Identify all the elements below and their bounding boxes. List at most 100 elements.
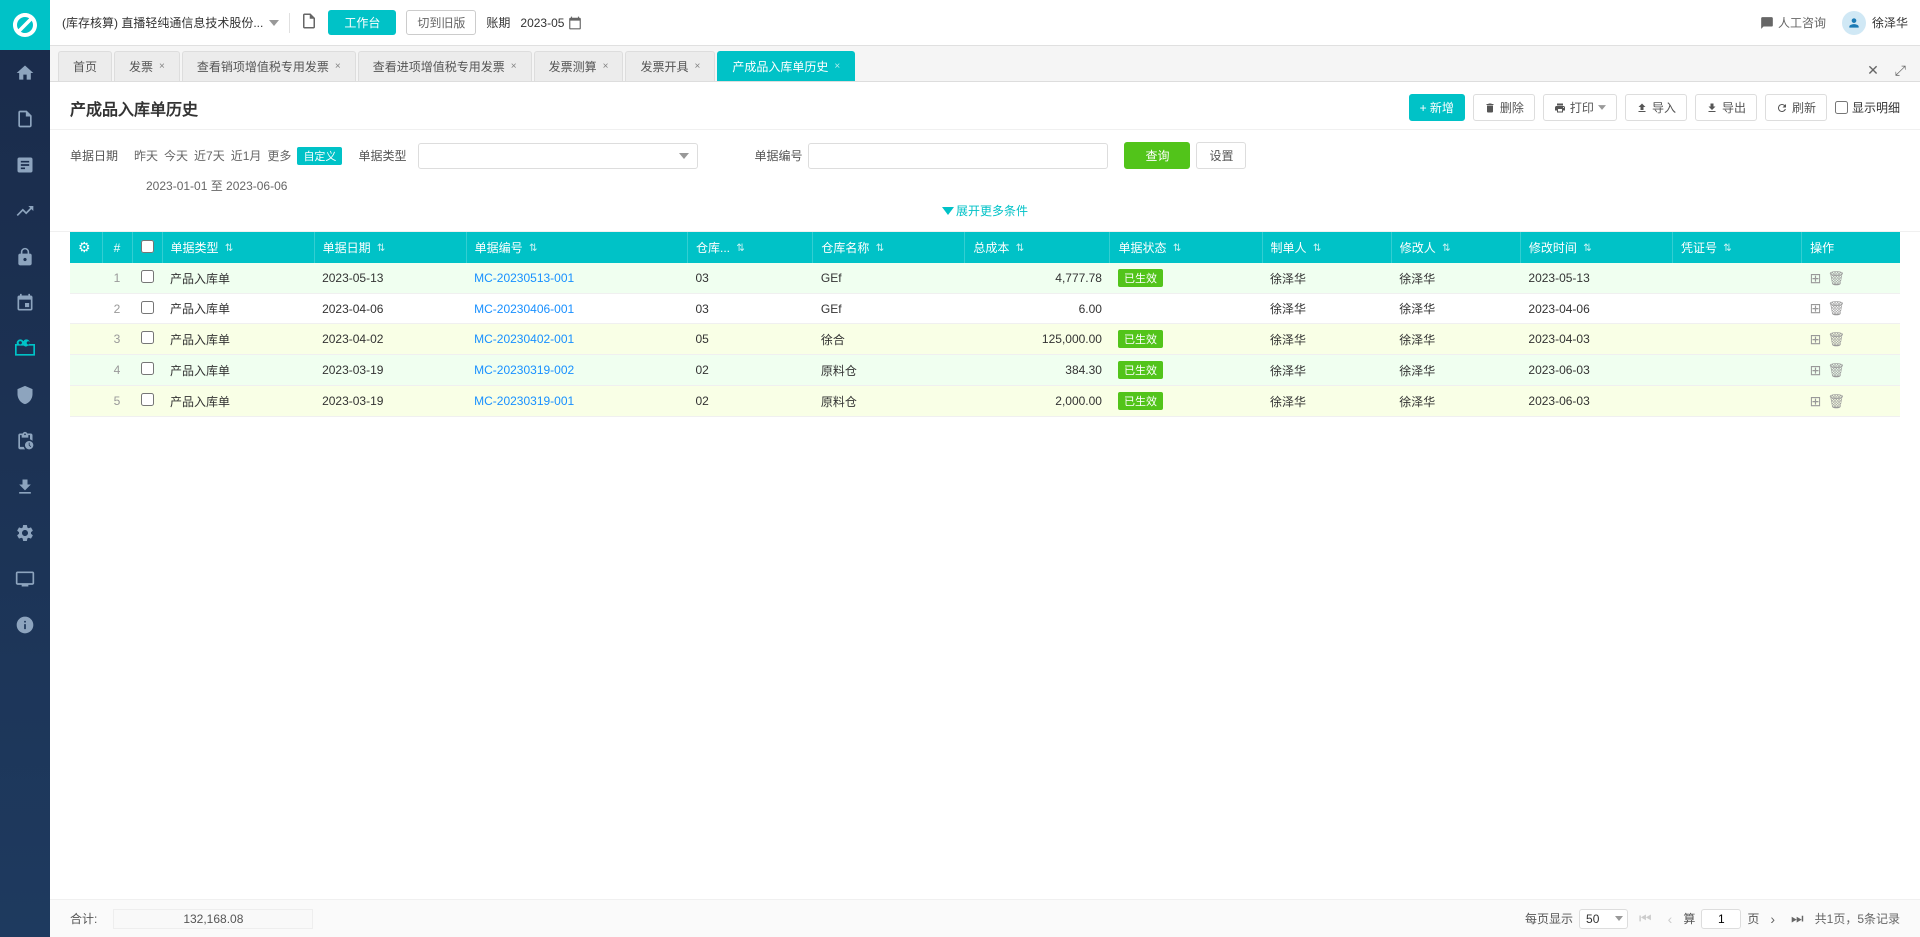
sidebar-item-workflow[interactable] (0, 418, 50, 464)
row-delete-icon[interactable]: 🗑 (1827, 331, 1845, 348)
row-checkbox[interactable] (141, 393, 154, 406)
row-checkbox[interactable] (141, 331, 154, 344)
user-menu[interactable]: 徐泽华 (1842, 11, 1908, 35)
filter-setting-button[interactable]: 设置 (1196, 142, 1246, 169)
row-delete-icon[interactable]: 🗑 (1827, 300, 1845, 317)
maximize-tab-button[interactable]: ⤢ (1891, 60, 1910, 81)
query-button[interactable]: 查询 (1124, 142, 1190, 169)
sidebar-item-media[interactable] (0, 556, 50, 602)
row-doc-no[interactable]: MC-20230319-002 (466, 355, 687, 386)
tab-sales-vat[interactable]: 查看销项增值税专用发票 × (182, 51, 356, 81)
export-button[interactable]: 导出 (1695, 94, 1757, 121)
row-checkbox-cell[interactable] (132, 294, 162, 324)
tab-close-invoice-calc[interactable]: × (603, 61, 609, 72)
page-input[interactable] (1701, 909, 1741, 929)
close-tab-button[interactable]: ✕ (1863, 60, 1883, 81)
delete-button[interactable]: 删除 (1473, 94, 1535, 121)
show-detail-checkbox[interactable] (1835, 101, 1848, 114)
select-all-checkbox[interactable] (141, 240, 154, 253)
last-page-button[interactable]: ⏭ (1786, 908, 1809, 929)
support-button[interactable]: 人工咨询 (1760, 14, 1826, 31)
row-checkbox-cell[interactable] (132, 386, 162, 417)
tab-invoice-calc[interactable]: 发票测算 × (534, 51, 624, 81)
prev-page-button[interactable]: ‹ (1663, 909, 1678, 929)
sidebar-item-analysis[interactable] (0, 188, 50, 234)
tab-product-stock-history[interactable]: 产成品入库单历史 × (717, 51, 855, 81)
tab-close-invoice-issue[interactable]: × (694, 61, 700, 72)
date-yesterday[interactable]: 昨天 (134, 147, 158, 164)
row-checkbox-cell[interactable] (132, 324, 162, 355)
row-delete-icon[interactable]: 🗑 (1827, 270, 1845, 287)
th-creator[interactable]: 制单人 (1262, 232, 1391, 263)
tab-home[interactable]: 首页 (58, 51, 112, 81)
date-custom[interactable]: 自定义 (297, 147, 342, 165)
per-page-select[interactable]: 50 10 20 100 (1579, 909, 1628, 929)
company-selector[interactable]: (库存核算) 直播轻纯通信息技术股份... (62, 14, 279, 31)
row-edit-icon[interactable]: ⊞ (1810, 270, 1822, 287)
row-edit-icon[interactable]: ⊞ (1810, 300, 1822, 317)
doc-no-link[interactable]: MC-20230406-001 (474, 302, 574, 316)
doc-template-icon[interactable] (300, 12, 318, 33)
sidebar-item-version[interactable] (0, 602, 50, 648)
sidebar-item-download[interactable] (0, 464, 50, 510)
show-detail-label[interactable]: 显示明细 (1835, 99, 1900, 116)
sidebar-item-reports[interactable] (0, 142, 50, 188)
date-7days[interactable]: 近7天 (194, 147, 225, 164)
sidebar-item-lock[interactable] (0, 234, 50, 280)
th-doc-type[interactable]: 单据类型 (162, 232, 314, 263)
date-1month[interactable]: 近1月 (231, 147, 262, 164)
doc-no-link[interactable]: MC-20230513-001 (474, 271, 574, 285)
tab-invoice-issue[interactable]: 发票开具 × (625, 51, 715, 81)
doc-no-link[interactable]: MC-20230319-001 (474, 394, 574, 408)
sidebar-item-settings[interactable] (0, 510, 50, 556)
th-warehouse-name[interactable]: 仓库名称 (813, 232, 965, 263)
sidebar-item-home[interactable] (0, 50, 50, 96)
row-checkbox[interactable] (141, 270, 154, 283)
date-more[interactable]: 更多 (267, 147, 291, 164)
sidebar-item-stamp[interactable] (0, 372, 50, 418)
next-page-button[interactable]: › (1765, 909, 1780, 929)
tab-close-purchase-vat[interactable]: × (511, 61, 517, 72)
th-doc-date[interactable]: 单据日期 (314, 232, 466, 263)
column-settings-icon[interactable]: ⚙ (78, 239, 91, 255)
refresh-button[interactable]: 刷新 (1765, 94, 1827, 121)
row-doc-no[interactable]: MC-20230513-001 (466, 263, 687, 294)
tab-purchase-vat[interactable]: 查看进项增值税专用发票 × (358, 51, 532, 81)
row-checkbox[interactable] (141, 301, 154, 314)
expand-filter-button[interactable]: 展开更多条件 (942, 202, 1028, 219)
tab-close-sales-vat[interactable]: × (335, 61, 341, 72)
row-edit-icon[interactable]: ⊞ (1810, 362, 1822, 379)
th-modify-time[interactable]: 修改时间 (1520, 232, 1672, 263)
doc-type-select[interactable] (418, 143, 698, 169)
row-checkbox-cell[interactable] (132, 263, 162, 294)
th-doc-no[interactable]: 单据编号 (466, 232, 687, 263)
th-warehouse-code[interactable]: 仓库... (688, 232, 813, 263)
switch-period-button[interactable]: 切到旧版 (406, 10, 476, 35)
th-voucher-no[interactable]: 凭证号 (1672, 232, 1801, 263)
row-edit-icon[interactable]: ⊞ (1810, 331, 1822, 348)
tab-close-invoice[interactable]: × (159, 61, 165, 72)
first-page-button[interactable]: ⏮ (1634, 908, 1657, 929)
row-edit-icon[interactable]: ⊞ (1810, 393, 1822, 410)
tab-close-product-stock-history[interactable]: × (834, 61, 840, 72)
import-button[interactable]: 导入 (1625, 94, 1687, 121)
row-doc-no[interactable]: MC-20230406-001 (466, 294, 687, 324)
row-delete-icon[interactable]: 🗑 (1827, 393, 1845, 410)
th-total-cost[interactable]: 总成本 (965, 232, 1110, 263)
print-button[interactable]: 打印 (1543, 94, 1617, 121)
tab-invoice[interactable]: 发票 × (114, 51, 180, 81)
th-doc-status[interactable]: 单据状态 (1110, 232, 1262, 263)
row-delete-icon[interactable]: 🗑 (1827, 362, 1845, 379)
sidebar-item-inventory[interactable] (0, 326, 50, 372)
row-doc-no[interactable]: MC-20230402-001 (466, 324, 687, 355)
th-modifier[interactable]: 修改人 (1391, 232, 1520, 263)
row-doc-no[interactable]: MC-20230319-001 (466, 386, 687, 417)
row-checkbox-cell[interactable] (132, 355, 162, 386)
sidebar-item-documents[interactable] (0, 96, 50, 142)
doc-no-link[interactable]: MC-20230319-002 (474, 363, 574, 377)
new-button[interactable]: + 新增 (1409, 94, 1465, 121)
row-checkbox[interactable] (141, 362, 154, 375)
workbench-button[interactable]: 工作台 (328, 10, 396, 35)
th-settings[interactable]: ⚙ (70, 232, 102, 263)
calendar-icon[interactable] (568, 16, 582, 30)
